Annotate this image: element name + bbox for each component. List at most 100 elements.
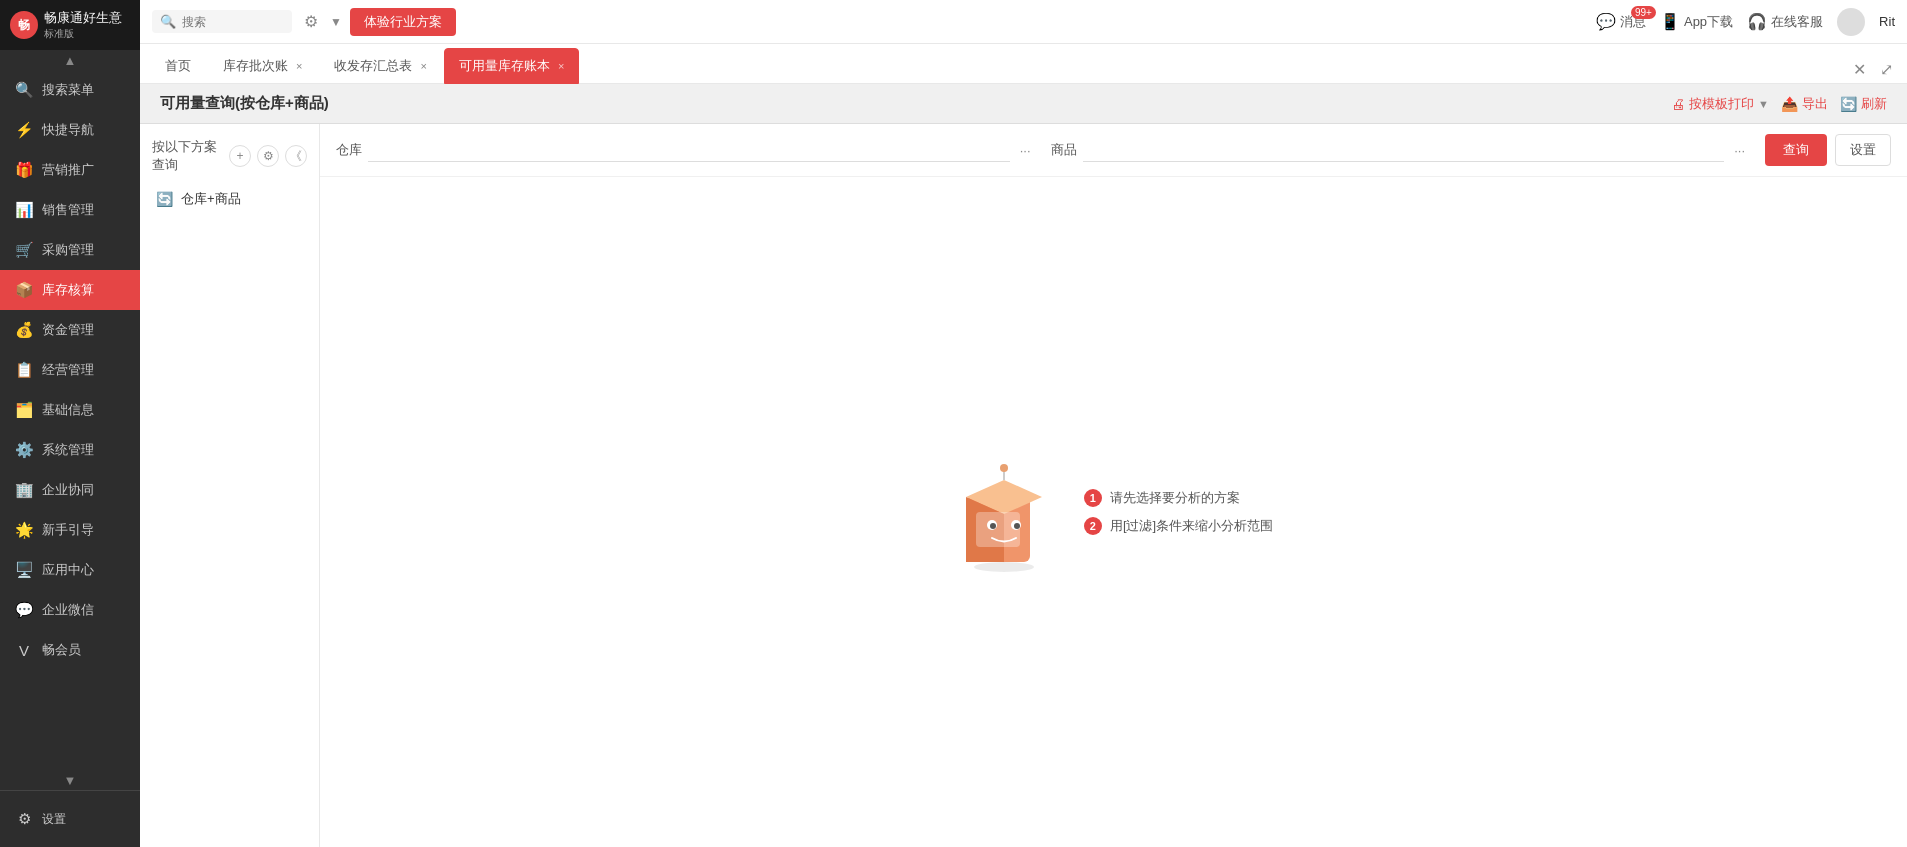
sidebar-label-shortcut: 快捷导航 [42,121,94,139]
print-icon: 🖨 [1671,96,1685,112]
sidebar-item-system[interactable]: ⚙️ 系统管理 [0,430,140,470]
settings-button[interactable]: 设置 [1835,134,1891,166]
sidebar-label-sales: 销售管理 [42,201,94,219]
page-header-actions: 🖨 按模板打印 ▼ 📤 导出 🔄 刷新 [1671,95,1887,113]
appstore-icon: 🖥️ [14,561,34,579]
add-scheme-button[interactable]: + [229,145,251,167]
left-panel: 按以下方案查询 + ⚙ 《 🔄 仓库+商品 [140,124,320,847]
refresh-button[interactable]: 🔄 刷新 [1840,95,1887,113]
tab-label-batch: 库存批次账 [223,57,288,75]
tab-summary[interactable]: 收发存汇总表× [319,48,441,84]
print-button[interactable]: 🖨 按模板打印 ▼ [1671,95,1769,113]
step-1-text: 请先选择要分析的方案 [1110,489,1240,507]
user-name[interactable]: Rit [1879,14,1895,29]
sidebar-item-appstore[interactable]: 🖥️应用中心 [0,550,140,590]
sidebar-item-wechat[interactable]: 💬企业微信 [0,590,140,630]
sidebar-item-member[interactable]: V畅会员 [0,630,140,670]
export-icon: 📤 [1781,96,1798,112]
scroll-up-arrow[interactable]: ▲ [0,50,140,70]
page-title: 可用量查询(按仓库+商品) [160,94,329,113]
collapse-panel-button[interactable]: 《 [285,145,307,167]
product-more-button[interactable]: ··· [1730,143,1749,158]
sidebar-settings-label: 设置 [42,811,66,828]
svg-point-0 [974,562,1034,572]
sidebar-header: 畅 畅康通好生意 标准版 [0,0,140,50]
sidebar-item-marketing[interactable]: 🎁营销推广 [0,150,140,190]
warehouse-more-button[interactable]: ··· [1016,143,1035,158]
empty-state: 1 请先选择要分析的方案 2 用[过滤]条件来缩小分析范围 [320,177,1907,847]
tab-label-home: 首页 [165,57,191,75]
sidebar-item-sales[interactable]: 📊 销售管理 [0,190,140,230]
tab-home[interactable]: 首页 [150,48,206,84]
svg-point-7 [990,523,996,529]
filter-header-label: 按以下方案查询 [152,138,223,174]
export-button[interactable]: 📤 导出 [1781,95,1828,113]
step-2-circle: 2 [1084,517,1102,535]
tab-close-summary[interactable]: × [420,60,426,72]
sidebar-item-operations[interactable]: 📋经营管理 [0,350,140,390]
product-input[interactable] [1083,138,1725,162]
phone-icon: 📱 [1660,12,1680,31]
sidebar-item-purchase[interactable]: 🛒采购管理 [0,230,140,270]
headset-icon: 🎧 [1747,12,1767,31]
sidebar-label-finance: 资金管理 [42,321,94,339]
messages-button[interactable]: 💬 99+ 消息 [1596,12,1646,31]
empty-step-1: 1 请先选择要分析的方案 [1084,489,1273,507]
expand-button[interactable]: ⤢ [1876,56,1897,83]
company-info: 畅康通好生意 标准版 [44,10,122,40]
sidebar-item-finance[interactable]: 💰资金管理 [0,310,140,350]
warehouse-input[interactable] [368,138,1010,162]
online-service-button[interactable]: 🎧 在线客服 [1747,12,1823,31]
scheme-icon: 🔄 [156,191,173,207]
page-header: 可用量查询(按仓库+商品) 🖨 按模板打印 ▼ 📤 导出 🔄 刷新 [140,84,1907,124]
topbar-dropdown-icon[interactable]: ▼ [330,15,342,29]
sidebar-label-enterprise: 企业协同 [42,481,94,499]
system-icon: ⚙️ [14,441,34,459]
user-avatar[interactable] [1837,8,1865,36]
scheme-label: 仓库+商品 [181,190,241,208]
gear-icon[interactable]: ⚙ [300,8,322,35]
close-tab-button[interactable]: ✕ [1849,56,1870,83]
trial-button[interactable]: 体验行业方案 [350,8,456,36]
sidebar-label-system: 系统管理 [42,441,94,459]
sidebar-label-marketing: 营销推广 [42,161,94,179]
app-download-button[interactable]: 📱 App下载 [1660,12,1733,31]
tabs-bar-right: ✕ ⤢ [1849,56,1897,83]
filter-header: 按以下方案查询 + ⚙ 《 [140,134,319,182]
sidebar-item-settings[interactable]: ⚙ 设置 [0,799,140,839]
company-logo: 畅 [10,11,38,39]
tabs-bar: 首页库存批次账×收发存汇总表×可用量库存账本× ✕ ⤢ [140,44,1907,84]
search-box[interactable]: 🔍 [152,10,292,33]
tab-close-batch[interactable]: × [296,60,302,72]
scroll-down-arrow[interactable]: ▼ [0,770,140,790]
tab-close-available[interactable]: × [558,60,564,72]
query-button[interactable]: 查询 [1765,134,1827,166]
inventory-icon: 📦 [14,281,34,299]
scheme-settings-button[interactable]: ⚙ [257,145,279,167]
edition-label: 标准版 [44,27,122,40]
sidebar-label-member: 畅会员 [42,641,81,659]
search-input[interactable] [182,15,272,29]
sidebar-item-basic[interactable]: 🗂️基础信息 [0,390,140,430]
sidebar-item-inventory[interactable]: 📦 库存核算 [0,270,140,310]
sidebar-item-enterprise[interactable]: 🏢 企业协同 [0,470,140,510]
warehouse-product-scheme[interactable]: 🔄 仓库+商品 [140,182,319,216]
enterprise-icon: 🏢 [14,481,34,499]
sidebar-item-newbie[interactable]: 🌟新手引导 [0,510,140,550]
shortcut-icon: ⚡ [14,121,34,139]
tab-batch[interactable]: 库存批次账 × [208,48,317,84]
right-panel: 仓库 ··· 商品 ··· 查询 设置 [320,124,1907,847]
wechat-icon: 💬 [14,601,34,619]
print-dropdown-icon[interactable]: ▼ [1758,98,1769,110]
tab-available[interactable]: 可用量库存账本× [444,48,579,84]
basic-icon: 🗂️ [14,401,34,419]
sales-icon: 📊 [14,201,34,219]
sidebar-item-shortcut[interactable]: ⚡ 快捷导航 [0,110,140,150]
purchase-icon: 🛒 [14,241,34,259]
sidebar-label-inventory: 库存核算 [42,281,94,299]
topbar: 🔍 ⚙ ▼ 体验行业方案 💬 99+ 消息 📱 App下载 🎧 在线客服 Rit [140,0,1907,44]
sidebar-item-search[interactable]: 🔍搜索菜单 [0,70,140,110]
filter-row: 仓库 ··· 商品 ··· 查询 设置 [320,124,1907,177]
product-filter-label: 商品 [1051,141,1077,159]
empty-robot-icon [954,462,1054,572]
